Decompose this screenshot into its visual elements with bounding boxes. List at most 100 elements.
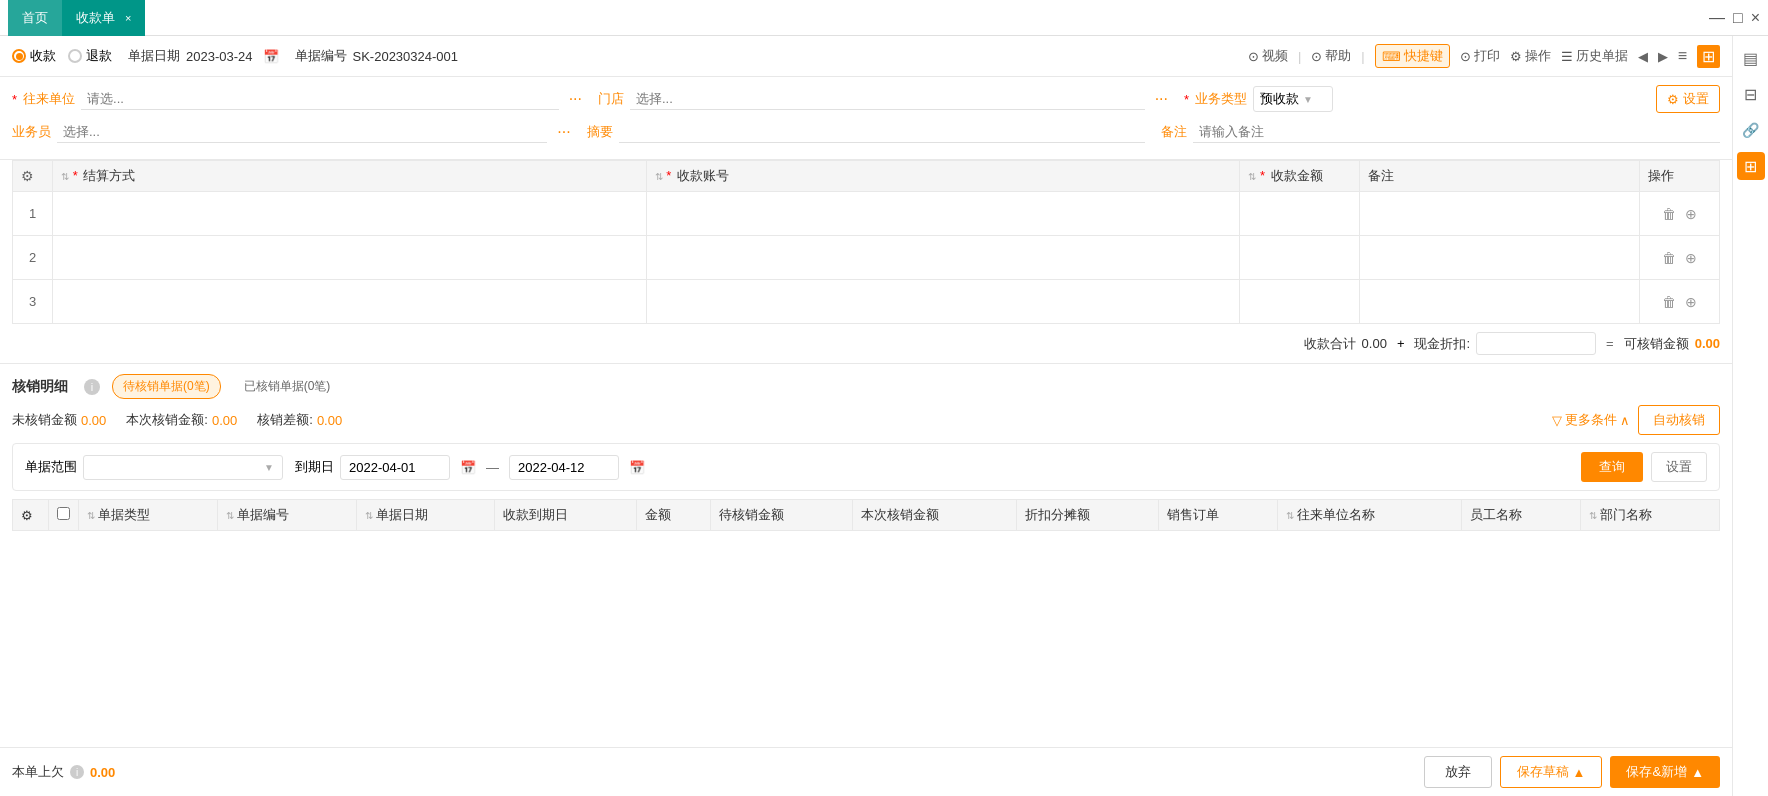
amount-cell-2[interactable]	[1240, 236, 1360, 280]
shortcut-btn[interactable]: ⌨ 快捷键	[1375, 44, 1450, 68]
th-amount: 金额	[637, 500, 711, 531]
close-window-icon[interactable]: ×	[1751, 9, 1760, 27]
abandon-btn[interactable]: 放弃	[1424, 756, 1492, 788]
nav-right-icon[interactable]: ▶	[1658, 49, 1668, 64]
notes-input[interactable]	[1193, 121, 1720, 143]
select-all-checkbox[interactable]	[57, 507, 70, 520]
print-btn[interactable]: ⊙ 打印	[1460, 47, 1500, 65]
copy-icon-3[interactable]: ⊕	[1685, 294, 1697, 310]
bottom-left: 本单上欠 i 0.00	[12, 763, 115, 781]
reconcile-section: 核销明细 i 待核销单据(0笔) 已核销单据(0笔) 未核销金额 0.00 本次…	[0, 364, 1732, 747]
cal-to-icon[interactable]: 📅	[629, 460, 645, 475]
discount-summary: 现金折扣:	[1414, 332, 1596, 355]
delete-icon-1[interactable]: 🗑	[1662, 206, 1676, 222]
save-draft-chevron-icon: ▲	[1573, 765, 1586, 780]
toolbar: 收款 退款 单据日期 2023-03-24 📅 单据编号 SK-20230324…	[0, 36, 1732, 77]
copy-icon-2[interactable]: ⊕	[1685, 250, 1697, 266]
table-gear-icon[interactable]: ⚙	[21, 168, 34, 184]
info-icon[interactable]: i	[84, 379, 100, 395]
sidebar-table-icon[interactable]: ▤	[1737, 44, 1765, 72]
save-new-btn[interactable]: 保存&新增 ▲	[1610, 756, 1720, 788]
maximize-icon[interactable]: □	[1733, 9, 1743, 27]
note-cell-1[interactable]	[1360, 192, 1640, 236]
tab-done[interactable]: 已核销单据(0笔)	[233, 374, 342, 399]
th-doc-type: ⇅ 单据类型	[79, 500, 218, 531]
delete-icon-2[interactable]: 🗑	[1662, 250, 1676, 266]
summary-input[interactable]	[619, 121, 1146, 143]
amount-cell-1[interactable]	[1240, 192, 1360, 236]
gear-icon: ⚙	[1667, 92, 1679, 107]
data-table: ⚙ ⇅ * 结算方式 ⇅ * 收款账号 ⇅	[12, 160, 1720, 324]
tab-home[interactable]: 首页	[8, 0, 62, 36]
due-date-to-input[interactable]	[509, 455, 619, 480]
history-btn[interactable]: ☰ 历史单据	[1561, 47, 1628, 65]
sidebar-expand-icon[interactable]: ⊞	[1737, 152, 1765, 180]
shop-input[interactable]	[630, 88, 1145, 110]
bottom-right: 放弃 保存草稿 ▲ 保存&新增 ▲	[1424, 756, 1720, 788]
due-date-from-input[interactable]	[340, 455, 450, 480]
tab-pending[interactable]: 待核销单据(0笔)	[112, 374, 221, 399]
unchecked-stat: 未核销金额 0.00	[12, 411, 106, 429]
bottom-table: ⚙ ⇅ 单据类型 ⇅ 单据编号	[12, 499, 1720, 531]
salesman-more-icon[interactable]: ···	[557, 123, 570, 141]
sidebar-import-icon[interactable]: ⊟	[1737, 80, 1765, 108]
account-cell-3[interactable]	[646, 280, 1240, 324]
settings-button[interactable]: ⚙ 设置	[1656, 85, 1720, 113]
info-icon-bottom: i	[70, 765, 84, 779]
th-settings[interactable]: ⚙	[13, 161, 53, 192]
note-cell-2[interactable]	[1360, 236, 1640, 280]
search-btn[interactable]: 查询	[1581, 452, 1643, 482]
salesman-field: 业务员 ···	[12, 121, 571, 143]
shop-more-icon[interactable]: ···	[1155, 90, 1168, 108]
auto-reconcile-btn[interactable]: 自动核销	[1638, 405, 1720, 435]
business-type-field: * 业务类型 预收款 ▼	[1184, 86, 1640, 112]
filter-icon: ▽	[1552, 413, 1562, 428]
th-checkbox[interactable]	[49, 500, 79, 531]
due-date-field: 到期日 📅 — 📅	[295, 455, 645, 480]
save-draft-btn[interactable]: 保存草稿 ▲	[1500, 756, 1603, 788]
radio-receipt[interactable]: 收款	[12, 47, 56, 65]
table-settings-btn[interactable]: 设置	[1651, 452, 1707, 482]
help-btn[interactable]: ⊙ 帮助	[1311, 47, 1351, 65]
account-cell-2[interactable]	[646, 236, 1240, 280]
payment-method-cell-1[interactable]	[53, 192, 647, 236]
range-select[interactable]: ▼	[83, 455, 283, 480]
more-conditions-btn[interactable]: ▽ 更多条件 ∧	[1552, 411, 1630, 429]
bottom-gear-icon[interactable]: ⚙	[21, 508, 33, 523]
radio-refund[interactable]: 退款	[68, 47, 112, 65]
view-grid-icon[interactable]: ⊞	[1697, 45, 1720, 68]
payment-method-cell-3[interactable]	[53, 280, 647, 324]
discount-input[interactable]	[1476, 332, 1596, 355]
copy-icon-1[interactable]: ⊕	[1685, 206, 1697, 222]
account-cell-1[interactable]	[646, 192, 1240, 236]
calendar-icon[interactable]: 📅	[263, 49, 279, 64]
counterpart-more-icon[interactable]: ···	[569, 90, 582, 108]
th-gear[interactable]: ⚙	[13, 500, 49, 531]
amount-cell-3[interactable]	[1240, 280, 1360, 324]
tab-active[interactable]: 收款单 ×	[62, 0, 145, 36]
ops-cell-2: 🗑 ⊕	[1640, 236, 1720, 280]
shop-field: 门店 ···	[598, 88, 1168, 110]
sidebar-link-icon[interactable]: 🔗	[1737, 116, 1765, 144]
th-dept: ⇅ 部门名称	[1581, 500, 1720, 531]
video-btn[interactable]: ⊙ 视频	[1248, 47, 1288, 65]
current-stat: 本次核销金额: 0.00	[126, 411, 237, 429]
save-new-chevron-icon: ▲	[1691, 765, 1704, 780]
tab-close-icon[interactable]: ×	[125, 0, 131, 36]
th-pending-amount: 待核销金额	[711, 500, 853, 531]
payment-method-cell-2[interactable]	[53, 236, 647, 280]
view-list-icon[interactable]: ≡	[1678, 47, 1687, 65]
counterpart-input[interactable]	[81, 88, 559, 110]
minimize-icon[interactable]: —	[1709, 9, 1725, 27]
shortcut-icon: ⌨	[1382, 49, 1401, 64]
business-type-select[interactable]: 预收款 ▼	[1253, 86, 1333, 112]
th-doc-num: ⇅ 单据编号	[217, 500, 356, 531]
cal-from-icon[interactable]: 📅	[460, 460, 476, 475]
delete-icon-3[interactable]: 🗑	[1662, 294, 1676, 310]
table-row: 2 🗑 ⊕	[13, 236, 1720, 280]
note-cell-3[interactable]	[1360, 280, 1640, 324]
operation-btn[interactable]: ⚙ 操作	[1510, 47, 1551, 65]
nav-left-icon[interactable]: ◀	[1638, 49, 1648, 64]
salesman-input[interactable]	[57, 121, 547, 143]
row-num-1: 1	[13, 192, 53, 236]
